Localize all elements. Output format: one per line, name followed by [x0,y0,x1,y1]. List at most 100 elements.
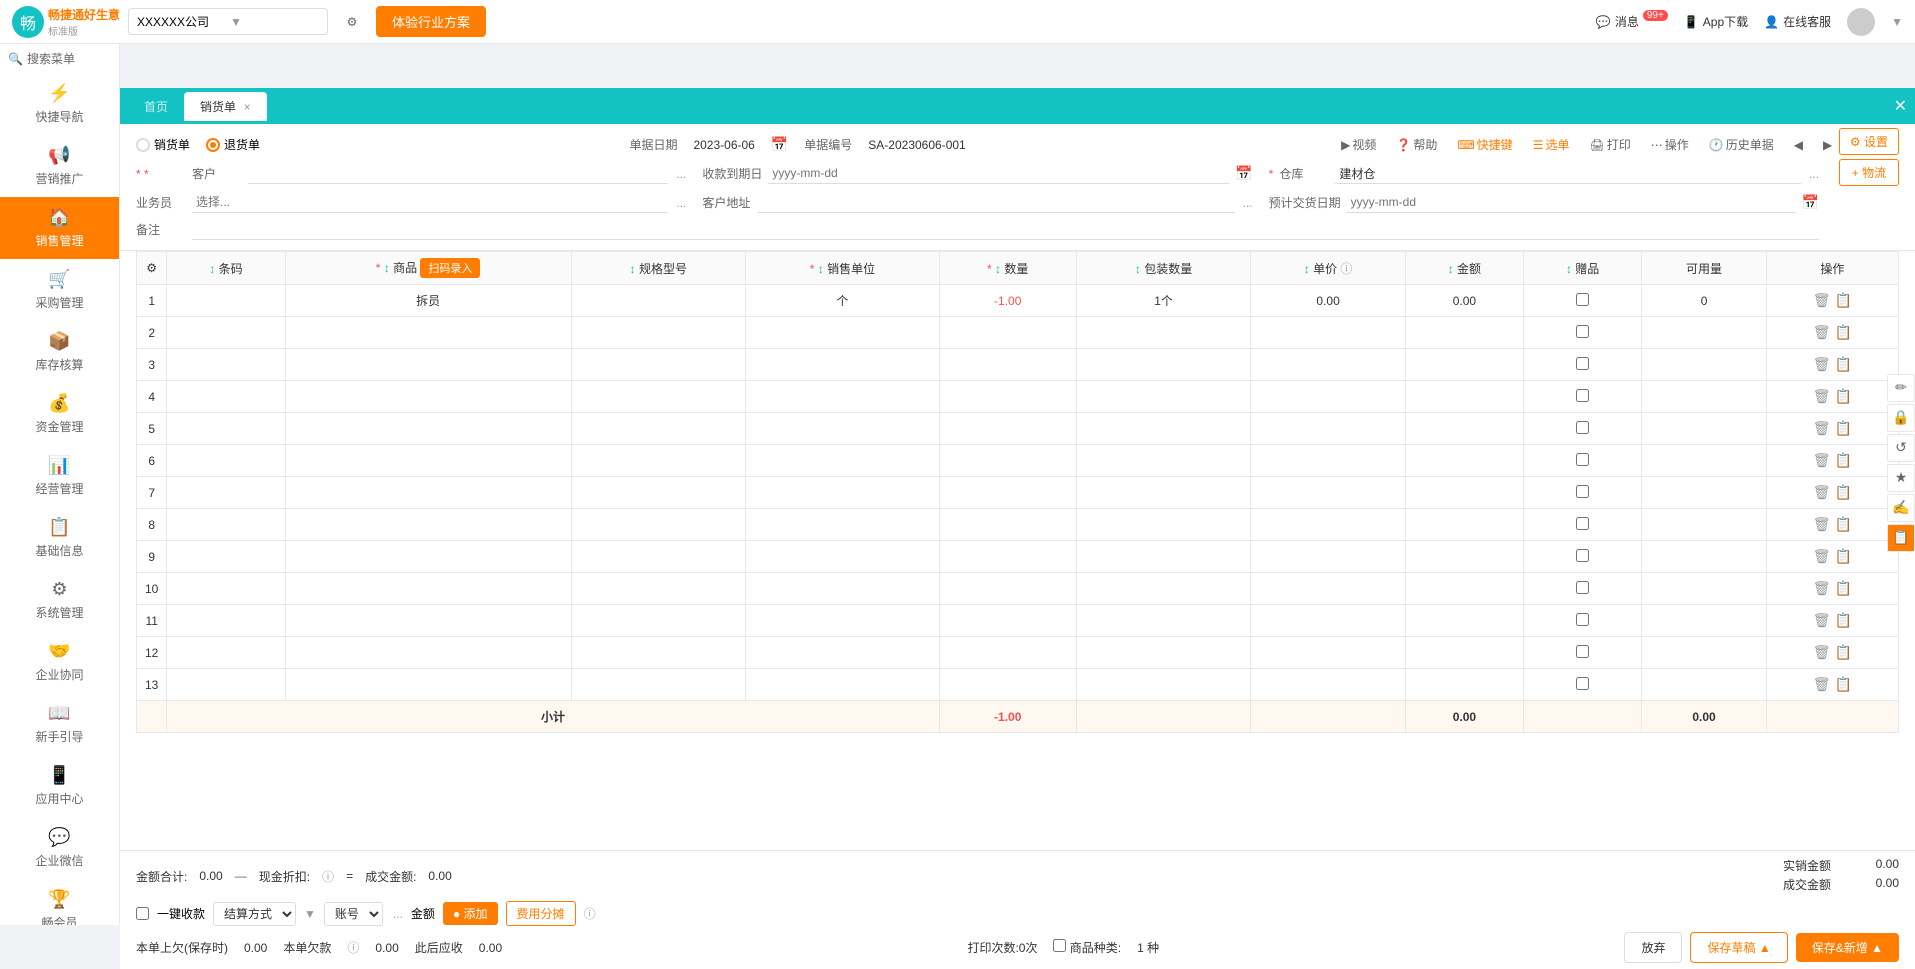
message-item[interactable]: 💬 消息 99+ [1596,13,1668,30]
sidebar-item-guide[interactable]: 📖 新手引导 [0,693,119,755]
cell-barcode[interactable] [167,285,285,317]
cell-qty[interactable]: -1.00 [939,285,1076,317]
tab-bar-close[interactable]: ✕ [1894,96,1907,116]
toolbar-prev[interactable]: ◀ [1788,136,1809,154]
discard-button[interactable]: 放弃 [1624,932,1682,963]
sidebar-item-inventory[interactable]: 📦 库存核算 [0,321,119,383]
copy-icon[interactable]: 📋 [1835,292,1852,309]
toolbar-shortcut[interactable]: ⌨ 快捷键 [1451,134,1518,155]
settings-button[interactable]: ⚙ 设置 [1839,128,1899,155]
gift-checkbox[interactable] [1576,293,1589,306]
delete-icon[interactable]: 🗑 [1813,452,1831,469]
cell-unit[interactable]: 个 [746,285,939,317]
delete-icon[interactable]: 🗑 [1813,292,1831,309]
delete-icon[interactable]: 🗑 [1813,516,1831,533]
copy-icon[interactable]: 📋 [1835,676,1852,693]
sidebar-search[interactable]: 🔍 搜索菜单 [0,44,119,73]
add-button[interactable]: ● 添加 [443,902,498,925]
sidebar-item-operation[interactable]: 📊 经营管理 [0,445,119,507]
salesman-input[interactable] [192,192,668,213]
toolbar-help[interactable]: ❓ 帮助 [1390,134,1443,155]
warehouse-input[interactable]: 建材仓 [1335,163,1801,184]
customer-input[interactable] [248,163,668,184]
tab-close-icon[interactable]: × [244,100,251,114]
delete-icon[interactable]: 🗑 [1813,644,1831,661]
right-float-action[interactable]: 📋 [1887,524,1915,552]
settings-icon[interactable]: ⚙ [336,6,368,38]
account-select[interactable]: 账号 [324,902,383,926]
product-types-checkbox[interactable] [1053,939,1066,952]
radio-return[interactable]: 退货单 [206,136,260,153]
delete-icon[interactable]: 🗑 [1813,676,1831,693]
delete-icon[interactable]: 🗑 [1813,388,1831,405]
cell-unit-price[interactable]: 0.00 [1251,285,1405,317]
remark-input[interactable] [192,219,1819,240]
sidebar-item-quick-nav[interactable]: ⚡ 快捷导航 [0,73,119,135]
sidebar-item-member[interactable]: 🏆 畅会员 [0,879,119,925]
customer-addr-input[interactable] [758,192,1234,213]
settlement-method-select[interactable]: 结算方式 [213,902,296,926]
sidebar-item-marketing[interactable]: 📢 营销推广 [0,135,119,197]
radio-sales[interactable]: 销货单 [136,136,190,153]
avatar[interactable] [1847,8,1875,36]
copy-icon[interactable]: 📋 [1835,452,1852,469]
save-new-button[interactable]: 保存&新增 ▲ [1796,933,1899,962]
copy-icon[interactable]: 📋 [1835,388,1852,405]
fee-split-button[interactable]: 费用分摊 [506,901,576,926]
delete-icon[interactable]: 🗑 [1813,356,1831,373]
info-icon[interactable]: ⓘ [322,868,334,885]
one-click-payment-checkbox[interactable] [136,907,149,920]
expected-date-cal-icon[interactable]: 📅 [1802,194,1819,211]
cell-spec[interactable] [571,285,746,317]
right-float-refresh[interactable]: ↺ [1887,434,1915,462]
copy-icon[interactable]: 📋 [1835,644,1852,661]
toolbar-video[interactable]: ▶ 视频 [1335,134,1382,155]
copy-icon[interactable]: 📋 [1835,516,1852,533]
toolbar-operation[interactable]: ⋯ 操作 [1645,134,1695,155]
company-selector[interactable]: XXXXXX公司 ▼ [128,8,328,35]
due-date-cal-icon[interactable]: 📅 [1235,165,1252,182]
toolbar-select[interactable]: ☰ 选单 [1527,134,1576,155]
copy-icon[interactable]: 📋 [1835,612,1852,629]
sidebar-item-enterprise[interactable]: 🤝 企业协同 [0,631,119,693]
avatar-arrow[interactable]: ▼ [1891,15,1903,29]
sidebar-item-appcenter[interactable]: 📱 应用中心 [0,755,119,817]
col-settings[interactable]: ⚙ [137,252,167,285]
delete-icon[interactable]: 🗑 [1813,420,1831,437]
right-float-edit[interactable]: ✏ [1887,374,1915,402]
sidebar-item-system[interactable]: ⚙ 系统管理 [0,569,119,631]
delete-icon[interactable]: 🗑 [1813,324,1831,341]
cell-pkg-qty[interactable]: 1个 [1076,285,1251,317]
sidebar-item-purchase[interactable]: 🛒 采购管理 [0,259,119,321]
fee-info-icon[interactable]: ⓘ [584,905,596,922]
scan-btn[interactable]: 扫码录入 [420,258,480,278]
right-float-pencil[interactable]: ✍ [1887,494,1915,522]
delete-icon[interactable]: 🗑 [1813,548,1831,565]
save-draft-button[interactable]: 保存草稿 ▲ [1690,932,1787,963]
trial-button[interactable]: 体验行业方案 [376,6,486,37]
sidebar-item-sales[interactable]: 🏠 销售管理 [0,197,119,259]
copy-icon[interactable]: 📋 [1835,580,1852,597]
toolbar-next[interactable]: ▶ [1817,136,1838,154]
logistics-button[interactable]: + 物流 [1839,159,1899,186]
sidebar-item-basic[interactable]: 📋 基础信息 [0,507,119,569]
cell-amount[interactable]: 0.00 [1405,285,1523,317]
due-date-input[interactable] [768,163,1229,184]
salesman-dots[interactable]: ... [676,196,686,210]
copy-icon[interactable]: 📋 [1835,420,1852,437]
calendar-icon[interactable]: 📅 [771,136,788,153]
cumulative-owed-info[interactable]: ⓘ [347,939,359,956]
copy-icon[interactable]: 📋 [1835,484,1852,501]
tab-sales-order[interactable]: 销货单 × [184,92,267,121]
online-service-item[interactable]: 👤 在线客服 [1764,13,1831,30]
warehouse-dots[interactable]: ... [1809,167,1819,181]
cell-product[interactable]: 拆员 [285,285,571,317]
delete-icon[interactable]: 🗑 [1813,580,1831,597]
tab-home[interactable]: 首页 [128,92,184,121]
toolbar-print[interactable]: 🖨 打印 [1583,134,1636,155]
copy-icon[interactable]: 📋 [1835,548,1852,565]
delete-icon[interactable]: 🗑 [1813,484,1831,501]
settlement-dropdown-icon[interactable]: ▼ [304,907,316,921]
expected-date-input[interactable] [1347,192,1796,213]
copy-icon[interactable]: 📋 [1835,324,1852,341]
